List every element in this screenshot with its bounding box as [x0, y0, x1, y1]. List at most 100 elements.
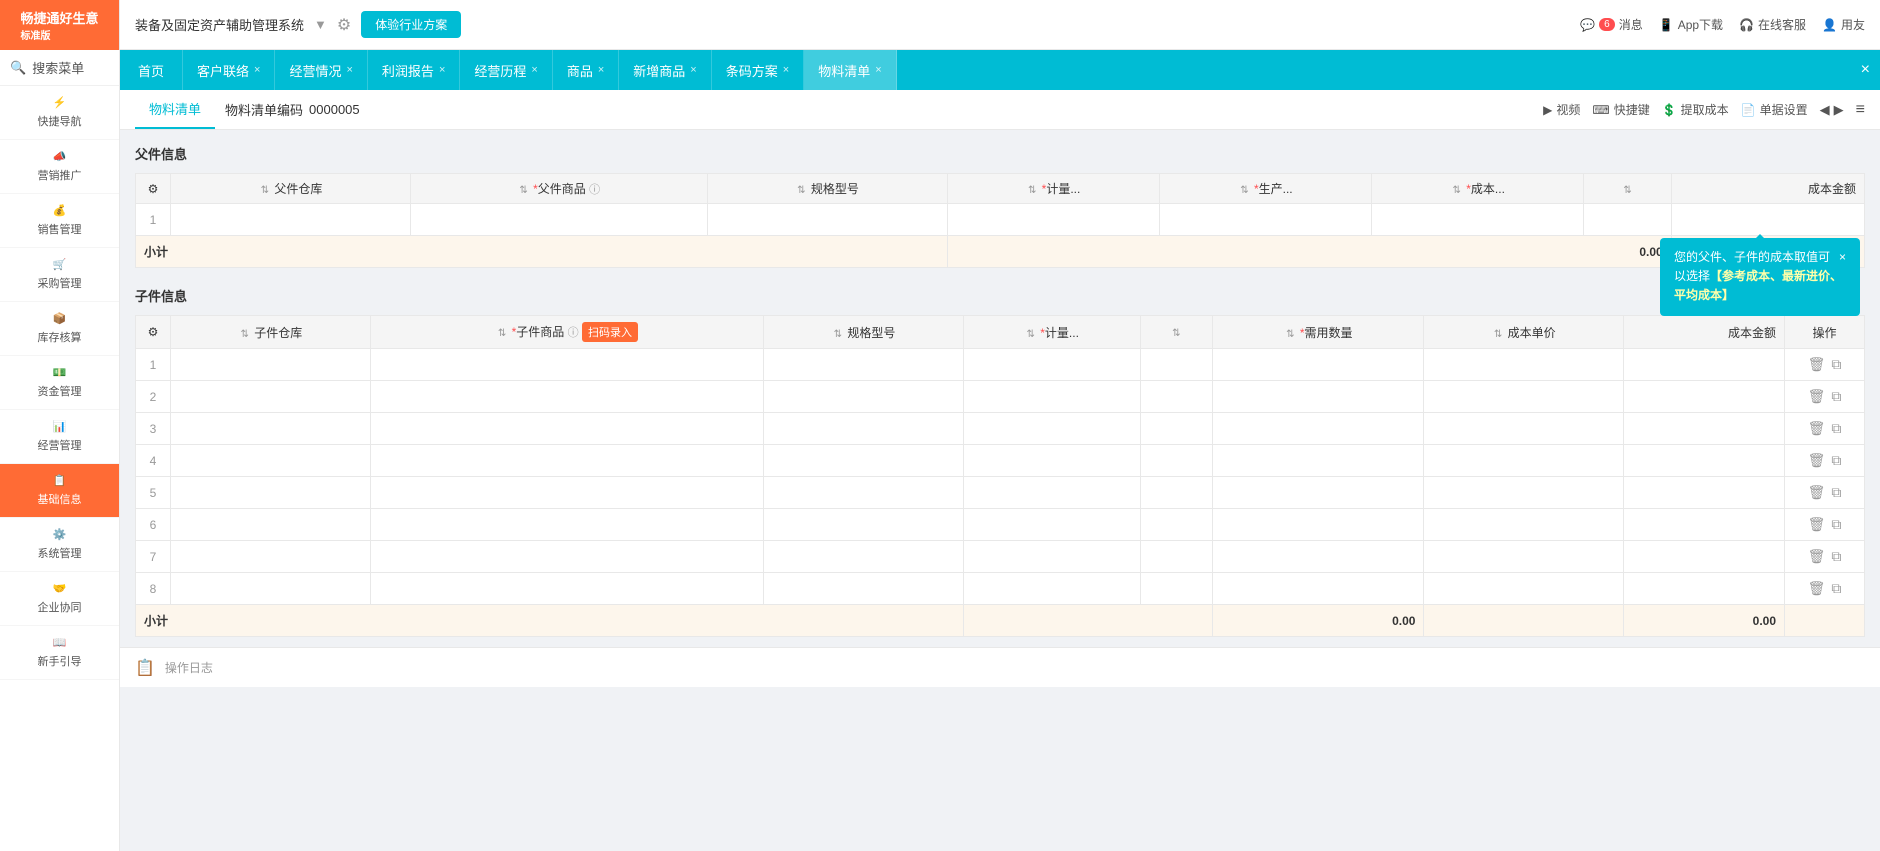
child-row-8-amount[interactable] [1624, 573, 1785, 605]
sidebar-item-basic-info[interactable]: 📋 基础信息 [0, 464, 119, 518]
tab-history-close[interactable]: × [531, 64, 537, 76]
child-row-6-qty[interactable] [1213, 509, 1424, 541]
sidebar-item-purchase[interactable]: 🛒 采购管理 [0, 248, 119, 302]
child-row-5-amount[interactable] [1624, 477, 1785, 509]
child-row-1-warehouse[interactable] [171, 349, 371, 381]
child-row-8-extra[interactable] [1140, 573, 1213, 605]
sidebar-item-quick-nav[interactable]: ⚡ 快捷导航 [0, 86, 119, 140]
copy-icon-3[interactable]: ⧉ [1831, 420, 1841, 437]
child-row-8-unit[interactable] [963, 573, 1140, 605]
child-row-8-warehouse[interactable] [171, 573, 371, 605]
tab-bom[interactable]: 物料清单 × [804, 50, 896, 90]
child-row-5-spec[interactable] [764, 477, 964, 509]
parent-row-1-production[interactable] [1159, 204, 1371, 236]
child-row-8-spec[interactable] [764, 573, 964, 605]
child-row-6-unit[interactable] [963, 509, 1140, 541]
parent-row-1-cost[interactable] [1372, 204, 1584, 236]
sidebar-item-inventory[interactable]: 📦 库存核算 [0, 302, 119, 356]
tab-history[interactable]: 经营历程 × [460, 50, 552, 90]
child-row-1-unit-cost[interactable] [1424, 349, 1624, 381]
child-row-5-warehouse[interactable] [171, 477, 371, 509]
child-row-1-extra[interactable] [1140, 349, 1213, 381]
child-row-6-warehouse[interactable] [171, 509, 371, 541]
info-icon[interactable]: ⓘ [589, 184, 600, 196]
child-row-2-warehouse[interactable] [171, 381, 371, 413]
child-row-4-unit-cost[interactable] [1424, 445, 1624, 477]
tab-barcode-close[interactable]: × [783, 64, 789, 76]
child-row-5-unit-cost[interactable] [1424, 477, 1624, 509]
parent-row-1-warehouse[interactable] [171, 204, 411, 236]
app-download-item[interactable]: 📱 App下载 [1659, 16, 1723, 33]
child-row-2-qty[interactable] [1213, 381, 1424, 413]
tab-operations-close[interactable]: × [346, 64, 352, 76]
child-row-2-amount[interactable] [1624, 381, 1785, 413]
child-row-6-extra[interactable] [1140, 509, 1213, 541]
child-row-7-amount[interactable] [1624, 541, 1785, 573]
child-row-3-unit-cost[interactable] [1424, 413, 1624, 445]
log-icon[interactable]: 📋 [135, 658, 155, 678]
child-row-1-product[interactable] [370, 349, 764, 381]
parent-row-1-unit[interactable] [947, 204, 1159, 236]
child-row-2-product[interactable] [370, 381, 764, 413]
child-row-7-extra[interactable] [1140, 541, 1213, 573]
tab-goods[interactable]: 商品 × [553, 50, 619, 90]
toolbar-video[interactable]: ▶ 视频 [1543, 101, 1580, 118]
child-row-2-extra[interactable] [1140, 381, 1213, 413]
child-th-gear[interactable]: ⚙ [136, 316, 171, 349]
child-info-icon[interactable]: ⓘ [568, 327, 579, 339]
next-arrow[interactable]: ▶ [1834, 102, 1844, 118]
prev-arrow[interactable]: ◀ [1820, 102, 1830, 118]
child-row-3-warehouse[interactable] [171, 413, 371, 445]
parent-row-1-amount[interactable] [1671, 204, 1864, 236]
sidebar-item-system[interactable]: ⚙️ 系统管理 [0, 518, 119, 572]
delete-icon-3[interactable]: 🗑 [1808, 420, 1826, 437]
child-row-3-spec[interactable] [764, 413, 964, 445]
sidebar-item-sales[interactable]: 💰 销售管理 [0, 194, 119, 248]
copy-icon-2[interactable]: ⧉ [1831, 388, 1841, 405]
tab-profit-close[interactable]: × [439, 64, 445, 76]
tab-new-goods[interactable]: 新增商品 × [619, 50, 711, 90]
tab-operations[interactable]: 经营情况 × [275, 50, 367, 90]
child-row-4-product[interactable] [370, 445, 764, 477]
child-row-2-unit-cost[interactable] [1424, 381, 1624, 413]
delete-icon-7[interactable]: 🗑 [1808, 548, 1826, 565]
child-row-8-product[interactable] [370, 573, 764, 605]
delete-icon-2[interactable]: 🗑 [1808, 388, 1826, 405]
scan-button[interactable]: 扫码录入 [582, 322, 638, 342]
child-row-8-unit-cost[interactable] [1424, 573, 1624, 605]
child-row-7-qty[interactable] [1213, 541, 1424, 573]
user-item[interactable]: 👤 用友 [1822, 16, 1865, 33]
delete-icon-6[interactable]: 🗑 [1808, 516, 1826, 533]
child-row-3-amount[interactable] [1624, 413, 1785, 445]
child-row-5-product[interactable] [370, 477, 764, 509]
close-all-tabs[interactable]: × [1851, 61, 1880, 79]
child-row-5-unit[interactable] [963, 477, 1140, 509]
online-service-item[interactable]: 🎧 在线客服 [1739, 16, 1806, 33]
tab-profit[interactable]: 利润报告 × [368, 50, 460, 90]
toolbar-shortcut[interactable]: ⌨ 快捷键 [1592, 101, 1649, 118]
child-row-4-warehouse[interactable] [171, 445, 371, 477]
tab-customer-close[interactable]: × [254, 64, 260, 76]
delete-icon-5[interactable]: 🗑 [1808, 484, 1826, 501]
child-row-8-qty[interactable] [1213, 573, 1424, 605]
delete-icon-4[interactable]: 🗑 [1808, 452, 1826, 469]
child-row-4-extra[interactable] [1140, 445, 1213, 477]
tab-new-goods-close[interactable]: × [690, 64, 696, 76]
child-row-6-spec[interactable] [764, 509, 964, 541]
child-row-1-amount[interactable] [1624, 349, 1785, 381]
toolbar-doc-settings[interactable]: 📄 单据设置 [1741, 101, 1808, 118]
copy-icon-1[interactable]: ⧉ [1831, 356, 1841, 373]
sidebar-item-marketing[interactable]: 📣 营销推广 [0, 140, 119, 194]
tooltip-close-btn[interactable]: × [1839, 248, 1846, 267]
menu-icon[interactable]: ≡ [1856, 101, 1865, 119]
sidebar-item-search[interactable]: 🔍 搜索菜单 [0, 50, 119, 86]
tab-customer[interactable]: 客户联络 × [183, 50, 275, 90]
child-row-3-product[interactable] [370, 413, 764, 445]
parent-row-1-spec[interactable] [707, 204, 947, 236]
child-row-7-unit-cost[interactable] [1424, 541, 1624, 573]
parent-row-1-extra[interactable] [1584, 204, 1671, 236]
child-row-3-extra[interactable] [1140, 413, 1213, 445]
child-row-4-spec[interactable] [764, 445, 964, 477]
child-row-6-amount[interactable] [1624, 509, 1785, 541]
sub-tab-bom-list[interactable]: 物料清单 [135, 90, 215, 129]
